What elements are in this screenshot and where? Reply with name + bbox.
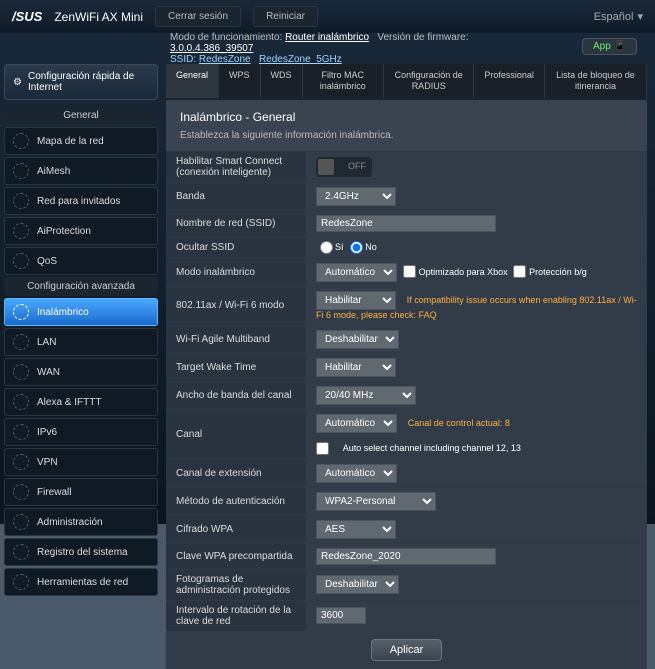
vpn-icon	[13, 454, 29, 470]
band-select[interactable]: 2.4GHz	[316, 187, 396, 206]
sidebar: ⚙ Configuración rápida de Internet Gener…	[0, 34, 162, 524]
label-wpa-enc: Cifrado WPA	[166, 515, 306, 543]
panel-title: Inalámbrico - General	[166, 100, 647, 130]
auth-select[interactable]: WPA2-Personal	[316, 492, 436, 511]
agile-select[interactable]: Deshabilitar	[316, 330, 399, 349]
mesh-icon	[13, 163, 29, 179]
label-pmf: Fotogramas de administración protegidos	[166, 569, 306, 600]
smart-connect-toggle[interactable]: OFF	[316, 157, 372, 177]
sidebar-item-vpn[interactable]: VPN	[4, 448, 158, 476]
sidebar-item-aimesh[interactable]: AiMesh	[4, 157, 158, 185]
main-content: General WPS WDS Filtro MAC inalámbrico C…	[162, 34, 655, 524]
hide-ssid-yes[interactable]	[320, 241, 333, 254]
sidebar-item-alexa-ifttt[interactable]: Alexa & IFTTT	[4, 388, 158, 416]
wpa-key-input[interactable]	[316, 548, 496, 565]
sidebar-item-network-tools[interactable]: Herramientas de red	[4, 568, 158, 596]
faq-link[interactable]: FAQ	[419, 310, 437, 320]
alexa-icon	[13, 394, 29, 410]
ipv6-icon	[13, 424, 29, 440]
ext-channel-select[interactable]: Automático	[316, 464, 397, 483]
bandwidth-select[interactable]: 20/40 MHz	[316, 386, 416, 405]
wireless-panel: Inalámbrico - General Establezca la sigu…	[166, 100, 647, 669]
reboot-button[interactable]: Reiniciar	[253, 6, 318, 27]
log-icon	[13, 544, 29, 560]
tab-radius[interactable]: Configuración de RADIUS	[384, 64, 474, 98]
firewall-icon	[13, 484, 29, 500]
sidebar-item-wireless[interactable]: Inalámbrico	[4, 298, 158, 326]
chevron-down-icon: ▾	[637, 10, 643, 23]
qos-icon	[13, 253, 29, 269]
brand-logo: /SUS	[12, 9, 42, 24]
label-channel: Canal	[166, 409, 306, 459]
map-icon	[13, 133, 29, 149]
auto-channel-checkbox[interactable]	[316, 442, 329, 455]
wireless-mode-select[interactable]: Automático	[316, 263, 397, 282]
apply-button[interactable]: Aplicar	[371, 639, 443, 661]
wifi-icon	[13, 304, 29, 320]
sidebar-item-guest-network[interactable]: Red para invitados	[4, 187, 158, 215]
label-wireless-mode: Modo inalámbrico	[166, 258, 306, 286]
label-smart-connect: Habilitar Smart Connect (conexión inteli…	[166, 151, 306, 182]
sidebar-item-system-log[interactable]: Registro del sistema	[4, 538, 158, 566]
label-80211ax: 802.11ax / Wi-Fi 6 modo	[166, 286, 306, 325]
sidebar-item-ipv6[interactable]: IPv6	[4, 418, 158, 446]
label-wpa-key: Clave WPA precompartida	[166, 543, 306, 569]
tab-roaming-block[interactable]: Lista de bloqueo de itinerancia	[545, 64, 647, 98]
panel-subtitle: Establezca la siguiente información inal…	[166, 130, 647, 151]
tab-wds[interactable]: WDS	[261, 64, 303, 98]
shield-icon	[13, 223, 29, 239]
tab-row: General WPS WDS Filtro MAC inalámbrico C…	[166, 64, 647, 98]
sidebar-item-qos[interactable]: QoS	[4, 247, 158, 275]
bg-protect-checkbox[interactable]	[513, 265, 526, 278]
label-rekey: Intervalo de rotación de la clave de red	[166, 600, 306, 631]
enc-select[interactable]: AES	[316, 520, 396, 539]
label-auth-method: Método de autenticación	[166, 487, 306, 515]
section-advanced: Configuración avanzada	[4, 277, 158, 296]
tab-professional[interactable]: Professional	[474, 64, 545, 98]
twt-select[interactable]: Habilitar	[316, 358, 396, 377]
sidebar-item-firewall[interactable]: Firewall	[4, 478, 158, 506]
product-name: ZenWiFi AX Mini	[54, 10, 143, 24]
section-general: General	[4, 106, 158, 125]
rekey-input[interactable]	[316, 607, 366, 624]
label-band: Banda	[166, 182, 306, 210]
admin-icon	[13, 514, 29, 530]
guest-icon	[13, 193, 29, 209]
label-ssid: Nombre de red (SSID)	[166, 210, 306, 236]
tab-general[interactable]: General	[166, 64, 219, 98]
label-bandwidth: Ancho de banda del canal	[166, 381, 306, 409]
xbox-checkbox[interactable]	[403, 265, 416, 278]
label-hide-ssid: Ocultar SSID	[166, 236, 306, 258]
logout-button[interactable]: Cerrar sesión	[155, 6, 241, 27]
tab-wps[interactable]: WPS	[219, 64, 261, 98]
label-twt: Target Wake Time	[166, 353, 306, 381]
ssid-input[interactable]	[316, 215, 496, 232]
label-ext-channel: Canal de extensión	[166, 459, 306, 487]
sidebar-item-wan[interactable]: WAN	[4, 358, 158, 386]
channel-select[interactable]: Automático	[316, 414, 397, 433]
ax-select[interactable]: Habilitar	[316, 291, 396, 310]
current-channel: Canal de control actual: 8	[408, 418, 510, 428]
tab-mac-filter[interactable]: Filtro MAC inalámbrico	[303, 64, 384, 98]
quick-setup-button[interactable]: ⚙ Configuración rápida de Internet	[4, 64, 158, 100]
tools-icon	[13, 574, 29, 590]
language-selector[interactable]: Español ▾	[594, 10, 643, 23]
sidebar-item-network-map[interactable]: Mapa de la red	[4, 127, 158, 155]
hide-ssid-no[interactable]	[350, 241, 363, 254]
lan-icon	[13, 334, 29, 350]
pmf-select[interactable]: Deshabilitar	[316, 575, 399, 594]
gear-icon: ⚙	[13, 77, 22, 88]
sidebar-item-administration[interactable]: Administración	[4, 508, 158, 536]
sidebar-item-aiprotection[interactable]: AiProtection	[4, 217, 158, 245]
label-agile-multiband: Wi-Fi Agile Multiband	[166, 325, 306, 353]
sidebar-item-lan[interactable]: LAN	[4, 328, 158, 356]
globe-icon	[13, 364, 29, 380]
